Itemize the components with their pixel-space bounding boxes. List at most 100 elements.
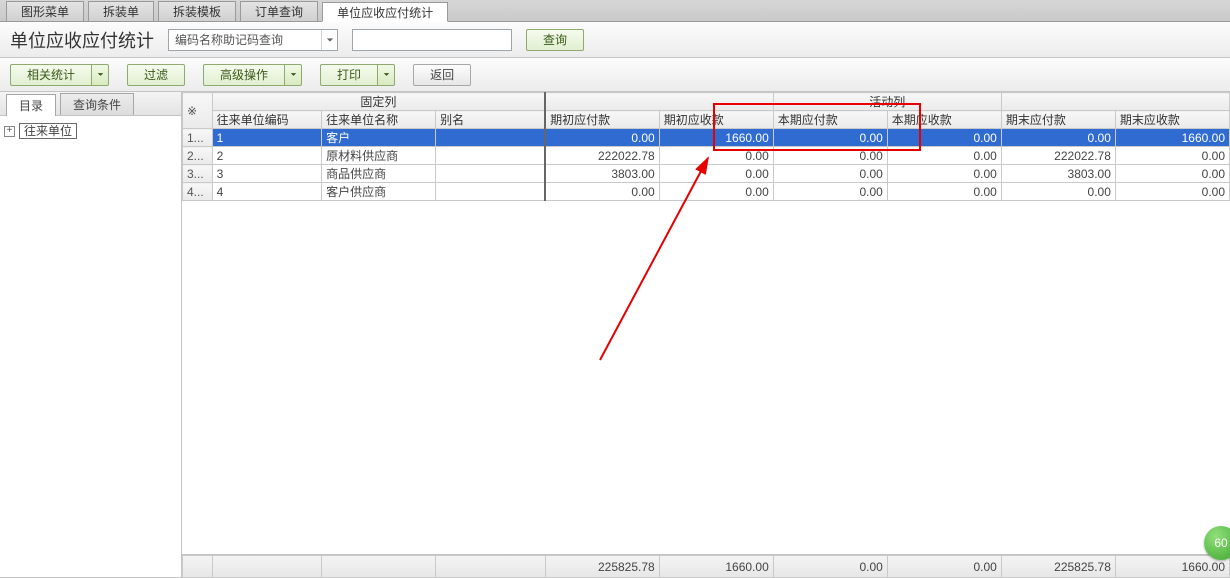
cell-alias xyxy=(436,129,545,147)
title-bar: 单位应收应付统计 编码名称助记码查询 查询 xyxy=(0,22,1230,58)
cell-a4: 0.00 xyxy=(887,147,1001,165)
col-a6[interactable]: 期末应收款 xyxy=(1115,111,1229,129)
group-spacer xyxy=(545,93,773,111)
cell-a6: 0.00 xyxy=(1115,165,1229,183)
app-tab-graphic-menu[interactable]: 图形菜单 xyxy=(6,1,84,21)
cell-a4: 0.00 xyxy=(887,129,1001,147)
row-selector-header: ※ xyxy=(183,93,213,129)
search-mode-label: 编码名称助记码查询 xyxy=(169,31,321,48)
data-grid[interactable]: ※ 固定列 活动列 往来单位编码 往来单位名称 别名 期初应付款 期初应收款 本… xyxy=(182,92,1230,201)
total-a4: 0.00 xyxy=(887,556,1001,578)
search-input[interactable] xyxy=(352,29,512,51)
cell-code: 2 xyxy=(212,147,321,165)
cell-name: 客户供应商 xyxy=(322,183,436,201)
cell-a5: 0.00 xyxy=(1001,129,1115,147)
left-tab-conditions[interactable]: 查询条件 xyxy=(60,93,134,115)
col-code[interactable]: 往来单位编码 xyxy=(212,111,321,129)
app-tab-disassembly[interactable]: 拆装单 xyxy=(88,1,154,21)
total-a3: 0.00 xyxy=(773,556,887,578)
search-mode-dropdown[interactable]: 编码名称助记码查询 xyxy=(168,29,338,51)
app-tab-bar: 图形菜单 拆装单 拆装模板 订单查询 单位应收应付统计 xyxy=(0,0,1230,22)
col-alias[interactable]: 别名 xyxy=(436,111,545,129)
totals-row: 225825.78 1660.00 0.00 0.00 225825.78 16… xyxy=(183,556,1230,578)
total-a5: 225825.78 xyxy=(1001,556,1115,578)
cell-name: 客户 xyxy=(322,129,436,147)
tree-expand-icon[interactable]: + xyxy=(4,126,15,137)
cell-a4: 0.00 xyxy=(887,165,1001,183)
app-tab-template[interactable]: 拆装模板 xyxy=(158,1,236,21)
advanced-button[interactable]: 高级操作 xyxy=(203,64,284,86)
cell-code: 1 xyxy=(212,129,321,147)
page-title: 单位应收应付统计 xyxy=(10,27,154,53)
grid-footer: 225825.78 1660.00 0.00 0.00 225825.78 16… xyxy=(182,554,1230,578)
stats-button[interactable]: 相关统计 xyxy=(10,64,91,86)
col-name[interactable]: 往来单位名称 xyxy=(322,111,436,129)
table-row[interactable]: 4... 4 客户供应商 0.00 0.00 0.00 0.00 0.00 0.… xyxy=(183,183,1230,201)
cell-code: 3 xyxy=(212,165,321,183)
row-index: 3... xyxy=(183,165,213,183)
floating-badge[interactable]: 60 xyxy=(1204,526,1230,560)
cell-a2: 0.00 xyxy=(659,147,773,165)
stats-split-button[interactable]: 相关统计 xyxy=(10,64,109,86)
cell-a3: 0.00 xyxy=(773,165,887,183)
total-a1: 225825.78 xyxy=(545,556,659,578)
cell-a4: 0.00 xyxy=(887,183,1001,201)
cell-name: 商品供应商 xyxy=(322,165,436,183)
grid-group-header-row: ※ 固定列 活动列 xyxy=(183,93,1230,111)
stats-dropdown-icon[interactable] xyxy=(91,64,109,86)
right-panel: ※ 固定列 活动列 往来单位编码 往来单位名称 别名 期初应付款 期初应收款 本… xyxy=(182,92,1230,578)
group-active-header: 活动列 xyxy=(773,93,1001,111)
cell-a5: 0.00 xyxy=(1001,183,1115,201)
left-tab-catalog[interactable]: 目录 xyxy=(6,94,56,116)
total-a6: 1660.00 xyxy=(1115,556,1229,578)
cell-alias xyxy=(436,165,545,183)
cell-a1: 0.00 xyxy=(545,129,659,147)
cell-a6: 1660.00 xyxy=(1115,129,1229,147)
cell-a2: 1660.00 xyxy=(659,129,773,147)
cell-code: 4 xyxy=(212,183,321,201)
cell-a3: 0.00 xyxy=(773,183,887,201)
cell-a1: 0.00 xyxy=(545,183,659,201)
cell-a6: 0.00 xyxy=(1115,147,1229,165)
advanced-dropdown-icon[interactable] xyxy=(284,64,302,86)
print-dropdown-icon[interactable] xyxy=(377,64,395,86)
toolbar: 相关统计 过滤 高级操作 打印 返回 xyxy=(0,58,1230,92)
cell-a1: 3803.00 xyxy=(545,165,659,183)
left-panel: 目录 查询条件 + 往来单位 xyxy=(0,92,182,578)
table-row[interactable]: 2... 2 原材料供应商 222022.78 0.00 0.00 0.00 2… xyxy=(183,147,1230,165)
chevron-down-icon xyxy=(321,30,337,50)
query-button[interactable]: 查询 xyxy=(526,29,584,51)
tree-root-item[interactable]: + 往来单位 xyxy=(4,122,177,140)
cell-a5: 3803.00 xyxy=(1001,165,1115,183)
row-index: 2... xyxy=(183,147,213,165)
cell-a6: 0.00 xyxy=(1115,183,1229,201)
row-index: 1... xyxy=(183,129,213,147)
back-button[interactable]: 返回 xyxy=(413,64,471,86)
advanced-split-button[interactable]: 高级操作 xyxy=(203,64,302,86)
cell-a1: 222022.78 xyxy=(545,147,659,165)
cell-a2: 0.00 xyxy=(659,183,773,201)
tree-view: + 往来单位 xyxy=(0,116,181,578)
col-a5[interactable]: 期末应付款 xyxy=(1001,111,1115,129)
col-a2[interactable]: 期初应收款 xyxy=(659,111,773,129)
total-a2: 1660.00 xyxy=(659,556,773,578)
col-a3[interactable]: 本期应付款 xyxy=(773,111,887,129)
cell-a3: 0.00 xyxy=(773,147,887,165)
table-row[interactable]: 3... 3 商品供应商 3803.00 0.00 0.00 0.00 3803… xyxy=(183,165,1230,183)
main-area: 目录 查询条件 + 往来单位 ※ 固定列 xyxy=(0,92,1230,578)
col-a4[interactable]: 本期应收款 xyxy=(887,111,1001,129)
tree-root-label: 往来单位 xyxy=(19,123,77,139)
cell-a2: 0.00 xyxy=(659,165,773,183)
app-tab-unit-stats[interactable]: 单位应收应付统计 xyxy=(322,2,448,22)
row-index: 4... xyxy=(183,183,213,201)
col-a1[interactable]: 期初应付款 xyxy=(545,111,659,129)
left-tab-bar: 目录 查询条件 xyxy=(0,92,181,116)
filter-button[interactable]: 过滤 xyxy=(127,64,185,86)
app-tab-order-query[interactable]: 订单查询 xyxy=(240,1,318,21)
table-row[interactable]: 1... 1 客户 0.00 1660.00 0.00 0.00 0.00 16… xyxy=(183,129,1230,147)
cell-alias xyxy=(436,147,545,165)
cell-alias xyxy=(436,183,545,201)
print-button[interactable]: 打印 xyxy=(320,64,377,86)
print-split-button[interactable]: 打印 xyxy=(320,64,395,86)
group-fixed-header: 固定列 xyxy=(212,93,545,111)
